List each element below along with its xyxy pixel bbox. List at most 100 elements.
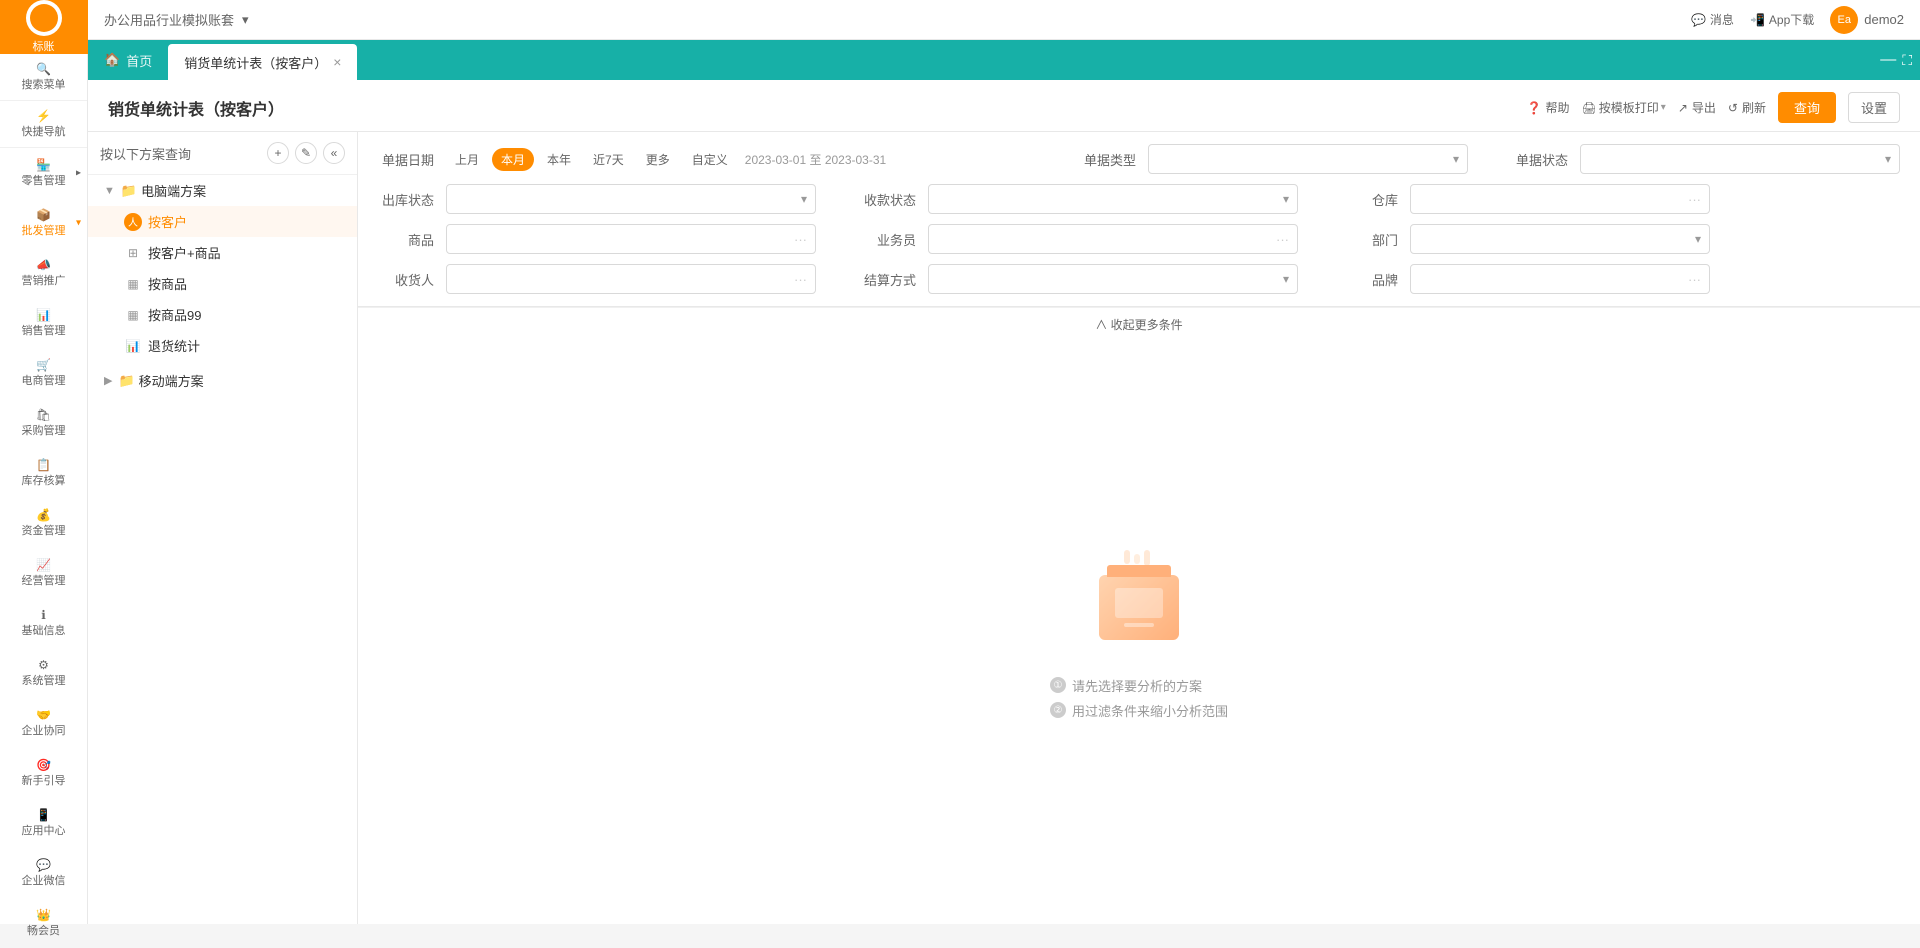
user-avatar: Ea bbox=[1830, 6, 1858, 34]
scheme-by-product-99[interactable]: ▦ 按商品99 bbox=[88, 299, 357, 330]
export-btn[interactable]: ↗ 导出 bbox=[1678, 99, 1716, 116]
tree-collapse-icon: ▶ bbox=[104, 374, 112, 387]
product-dots: ··· bbox=[794, 232, 807, 247]
date-label: 单据日期 bbox=[378, 150, 434, 169]
tree-mobile-group[interactable]: ▶ 📁 移动端方案 bbox=[88, 365, 357, 396]
date-btn-this-month[interactable]: 本月 bbox=[492, 148, 534, 171]
sidebar-item-finance[interactable]: 💰 资金管理 bbox=[0, 498, 87, 548]
date-btn-more[interactable]: 更多 bbox=[637, 148, 679, 171]
chevron-right-icon: ▸ bbox=[76, 168, 81, 179]
print-btn[interactable]: 🖨 按模板打印 ▾ bbox=[1582, 99, 1666, 116]
scheme-return-stats[interactable]: 📊 退货统计 bbox=[88, 330, 357, 361]
tab-close-icon[interactable]: × bbox=[333, 54, 341, 70]
sidebar-item-appcenter[interactable]: 📱 应用中心 bbox=[0, 798, 87, 848]
recipient-input[interactable]: ··· bbox=[446, 264, 816, 294]
edit-scheme-btn[interactable]: ✎ bbox=[295, 142, 317, 164]
sidebar-item-retail[interactable]: 🏪 零售管理 ▸ bbox=[0, 148, 87, 198]
date-btn-custom[interactable]: 自定义 bbox=[683, 148, 737, 171]
logo-inner bbox=[30, 4, 58, 32]
tree-pc-group[interactable]: ▼ 📁 电脑端方案 bbox=[88, 175, 357, 206]
return-stats-icon: 📊 bbox=[124, 337, 142, 355]
right-panel: 单据日期 上月 本月 本年 近7天 更多 自定义 2023-03-01 至 20… bbox=[358, 132, 1920, 924]
pc-group-label: 电脑端方案 bbox=[141, 181, 206, 200]
filter-row-1: 单据日期 上月 本月 本年 近7天 更多 自定义 2023-03-01 至 20… bbox=[378, 144, 1900, 174]
member-icon: 👑 bbox=[36, 908, 51, 922]
date-btn-last-7days[interactable]: 近7天 bbox=[584, 148, 633, 171]
date-btn-this-year[interactable]: 本年 bbox=[538, 148, 580, 171]
payment-select[interactable]: ▾ bbox=[928, 264, 1298, 294]
maximize-icon[interactable]: ⛶ bbox=[1902, 52, 1912, 69]
sidebar-item-operation[interactable]: 📈 经营管理 bbox=[0, 548, 87, 598]
query-button[interactable]: 查询 bbox=[1778, 92, 1836, 123]
sidebar: 标账 🔍 搜索菜单 ⚡ 快捷导航 🏪 零售管理 ▸ 📦 批发管理 ▾ 📣 营销推… bbox=[0, 0, 88, 924]
sidebar-item-wholesale[interactable]: 📦 批发管理 ▾ bbox=[0, 198, 87, 248]
system-icon: ⚙ bbox=[38, 658, 49, 672]
sidebar-item-quick[interactable]: ⚡ 快捷导航 bbox=[0, 101, 87, 148]
sidebar-item-marketing[interactable]: 📣 营销推广 bbox=[0, 248, 87, 298]
doc-status-select[interactable]: ▾ bbox=[1580, 144, 1900, 174]
collect-status-label: 收款状态 bbox=[860, 190, 916, 209]
scheme-by-customer-product[interactable]: ⊞ 按客户+商品 bbox=[88, 237, 357, 268]
collect-status-arrow: ▾ bbox=[1283, 192, 1289, 206]
sidebar-item-inventory[interactable]: 📋 库存核算 bbox=[0, 448, 87, 498]
sidebar-item-wechat[interactable]: 💬 企业微信 bbox=[0, 848, 87, 898]
empty-box-container bbox=[1089, 550, 1189, 650]
payment-label: 结算方式 bbox=[860, 270, 916, 289]
tab-sales-stats[interactable]: 销货单统计表（按客户） × bbox=[168, 44, 357, 80]
sidebar-item-purchase[interactable]: 🛍 采购管理 bbox=[0, 398, 87, 448]
message-icon: 💬 bbox=[1691, 13, 1706, 27]
warehouse-input[interactable]: ··· bbox=[1410, 184, 1710, 214]
sidebar-item-cooperation[interactable]: 🤝 企业协同 bbox=[0, 698, 87, 748]
sidebar-item-newbie[interactable]: 🎯 新手引导 bbox=[0, 748, 87, 798]
help-icon: ❓ bbox=[1527, 101, 1542, 115]
doc-type-select[interactable]: ▾ bbox=[1148, 144, 1468, 174]
filter-row-2: 出库状态 ▾ 收款状态 ▾ 仓库 ··· bbox=[378, 184, 1900, 214]
cooperation-icon: 🤝 bbox=[36, 708, 51, 722]
empty-state: ① 请先选择要分析的方案 ② 用过滤条件来缩小分析范围 bbox=[358, 341, 1920, 924]
sidebar-item-ecommerce[interactable]: 🛒 电商管理 bbox=[0, 348, 87, 398]
tab-home[interactable]: 🏠 首页 bbox=[88, 40, 168, 80]
tree-expand-icon: ▼ bbox=[104, 185, 115, 197]
collect-status-select[interactable]: ▾ bbox=[928, 184, 1298, 214]
pc-group-children: 人 按客户 ⊞ 按客户+商品 ▦ 按商品 ▦ 按商品99 📊 退货统计 bbox=[88, 206, 357, 361]
dept-select[interactable]: ▾ bbox=[1410, 224, 1710, 254]
collapse-panel-btn[interactable]: « bbox=[323, 142, 345, 164]
page-title: 销货单统计表（按客户） bbox=[108, 96, 284, 120]
by-customer-product-icon: ⊞ bbox=[124, 244, 142, 262]
download-icon: 📲 bbox=[1750, 13, 1765, 27]
date-btn-last-month[interactable]: 上月 bbox=[446, 148, 488, 171]
app-download-btn[interactable]: 📲 App下载 bbox=[1750, 11, 1814, 28]
scheme-by-customer[interactable]: 人 按客户 bbox=[88, 206, 357, 237]
by-customer-icon: 人 bbox=[124, 213, 142, 231]
sidebar-item-system[interactable]: ⚙ 系统管理 bbox=[0, 648, 87, 698]
top-title: 办公用品行业模拟账套 bbox=[104, 10, 234, 29]
sidebar-item-search[interactable]: 🔍 搜索菜单 bbox=[0, 54, 87, 101]
refresh-btn[interactable]: ↺ 刷新 bbox=[1728, 99, 1766, 116]
salesperson-input[interactable]: ··· bbox=[928, 224, 1298, 254]
sidebar-item-basic[interactable]: ℹ 基础信息 bbox=[0, 598, 87, 648]
collapse-filter-btn[interactable]: ∧ 收起更多条件 bbox=[358, 307, 1920, 341]
empty-hint-2: ② 用过滤条件来缩小分析范围 bbox=[1050, 701, 1228, 720]
left-panel: 按以下方案查询 + ✎ « ▼ 📁 电脑端方案 人 按客户 bbox=[88, 132, 358, 924]
print-dropdown-arrow: ▾ bbox=[1661, 102, 1666, 113]
brand-input[interactable]: ··· bbox=[1410, 264, 1710, 294]
empty-main-box bbox=[1099, 575, 1179, 640]
marketing-icon: 📣 bbox=[36, 258, 51, 272]
settings-button[interactable]: 设置 bbox=[1848, 92, 1900, 123]
scheme-by-product[interactable]: ▦ 按商品 bbox=[88, 268, 357, 299]
minimize-icon[interactable]: — bbox=[1880, 51, 1896, 69]
window-controls: — ⛶ bbox=[1880, 51, 1920, 69]
logo-text: 标账 bbox=[33, 38, 55, 54]
refresh-icon: ↺ bbox=[1728, 101, 1738, 115]
sidebar-item-sales[interactable]: 📊 销售管理 bbox=[0, 298, 87, 348]
message-btn[interactable]: 💬 消息 bbox=[1691, 11, 1734, 28]
top-dropdown-arrow[interactable]: ▾ bbox=[242, 12, 249, 28]
add-scheme-btn[interactable]: + bbox=[267, 142, 289, 164]
doc-type-label: 单据类型 bbox=[1080, 150, 1136, 169]
product-label: 商品 bbox=[378, 230, 434, 249]
user-profile[interactable]: Ea demo2 bbox=[1830, 6, 1904, 34]
product-input[interactable]: ··· bbox=[446, 224, 816, 254]
out-status-select[interactable]: ▾ bbox=[446, 184, 816, 214]
sidebar-item-member[interactable]: 👑 畅会员 bbox=[0, 898, 87, 948]
help-btn[interactable]: ❓ 帮助 bbox=[1527, 99, 1570, 116]
